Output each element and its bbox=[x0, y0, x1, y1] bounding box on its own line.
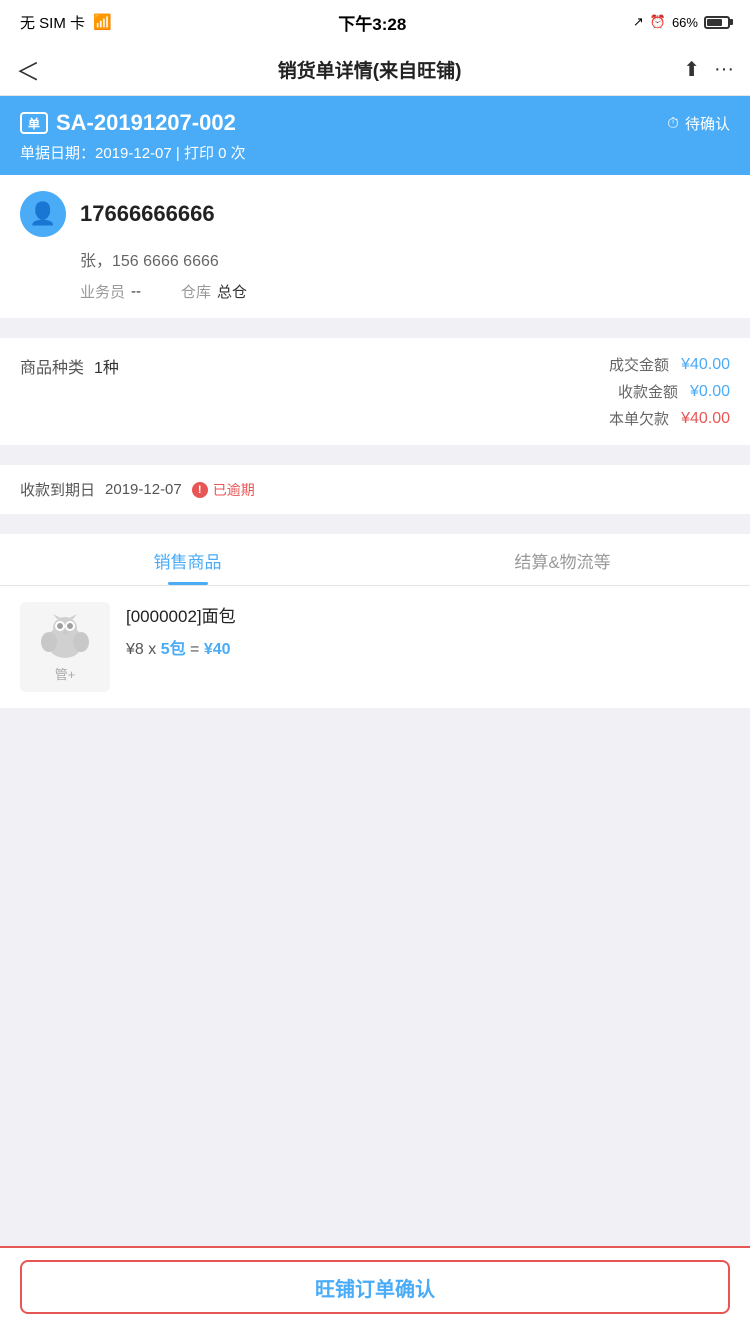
section-divider-1 bbox=[0, 328, 750, 338]
nav-actions: ⬆ ··· bbox=[683, 57, 734, 82]
product-type-label: 商品种类 bbox=[20, 354, 84, 378]
brand-label: 管+ bbox=[55, 664, 76, 683]
sim-label: 无 SIM 卡 bbox=[20, 12, 85, 33]
amount-label-0: 成交金额 bbox=[609, 354, 669, 375]
order-date-line: 单据日期：2019-12-07 | 打印 0 次 bbox=[20, 142, 730, 163]
warehouse-value: 总仓 bbox=[217, 281, 247, 302]
summary-item-0: 成交金额 ¥40.00 bbox=[609, 354, 730, 375]
customer-row: 👤 17666666666 bbox=[20, 191, 730, 237]
customer-phone: 17666666666 bbox=[80, 201, 215, 227]
product-total: ¥40 bbox=[204, 641, 231, 658]
product-image-icon bbox=[35, 612, 95, 662]
due-date-label: 收款到期日 bbox=[20, 479, 95, 500]
battery-percent: 66% bbox=[672, 15, 698, 30]
summary-item-1: 收款金额 ¥0.00 bbox=[618, 381, 730, 402]
status-left: 无 SIM 卡 📶 bbox=[20, 12, 112, 33]
summary-left: 商品种类 1种 bbox=[20, 354, 119, 378]
warehouse-meta: 仓库 总仓 bbox=[181, 281, 247, 302]
sales-label: 业务员 bbox=[80, 281, 125, 302]
tab-products[interactable]: 销售商品 bbox=[0, 534, 375, 585]
amount-value-1: ¥0.00 bbox=[690, 383, 730, 401]
section-divider-2 bbox=[0, 455, 750, 465]
location-icon: ↗ bbox=[633, 14, 644, 30]
due-date-section: 收款到期日 2019-12-07 ! 已逾期 bbox=[0, 465, 750, 514]
order-header-band: 单 SA-20191207-002 ⏱ 待确认 单据日期：2019-12-07 … bbox=[0, 96, 750, 175]
amount-label-1: 收款金额 bbox=[618, 381, 678, 402]
page-title: 销货单详情(来自旺铺) bbox=[278, 56, 462, 83]
sales-value: -- bbox=[131, 283, 141, 300]
nav-bar: ＜ 销货单详情(来自旺铺) ⬆ ··· bbox=[0, 44, 750, 96]
product-thumbnail: 管+ bbox=[20, 602, 110, 692]
status-clock-icon: ⏱ bbox=[667, 115, 679, 132]
sales-meta: 业务员 -- bbox=[80, 281, 141, 302]
tab-settlement[interactable]: 结算&物流等 bbox=[375, 534, 750, 585]
summary-row: 商品种类 1种 成交金额 ¥40.00 收款金额 ¥0.00 本单欠款 ¥40.… bbox=[20, 354, 730, 429]
equals-text: = bbox=[186, 641, 204, 658]
overdue-dot-icon: ! bbox=[192, 482, 208, 498]
order-id-icon: 单 bbox=[20, 112, 48, 134]
status-right: ↗ ⏰ 66% bbox=[633, 14, 730, 30]
share-icon[interactable]: ⬆ bbox=[683, 57, 700, 82]
avatar: 👤 bbox=[20, 191, 66, 237]
back-button[interactable]: ＜ bbox=[16, 52, 56, 87]
warehouse-label: 仓库 bbox=[181, 281, 211, 302]
customer-meta: 业务员 -- 仓库 总仓 bbox=[20, 281, 730, 302]
customer-section: 👤 17666666666 张，156 6666 6666 业务员 -- 仓库 … bbox=[0, 175, 750, 318]
product-name: [0000002]面包 bbox=[126, 602, 730, 627]
summary-right: 成交金额 ¥40.00 收款金额 ¥0.00 本单欠款 ¥40.00 bbox=[609, 354, 730, 429]
amount-value-2: ¥40.00 bbox=[681, 410, 730, 428]
alarm-icon: ⏰ bbox=[650, 14, 666, 30]
more-icon[interactable]: ··· bbox=[714, 58, 734, 81]
summary-item-2: 本单欠款 ¥40.00 bbox=[609, 408, 730, 429]
battery-icon bbox=[704, 16, 730, 29]
bottom-area bbox=[0, 708, 750, 968]
avatar-icon: 👤 bbox=[29, 201, 56, 227]
status-text: 待确认 bbox=[685, 113, 730, 134]
product-info: [0000002]面包 ¥8 x 5包 = ¥40 bbox=[126, 602, 730, 659]
product-list: 管+ [0000002]面包 ¥8 x 5包 = ¥40 bbox=[0, 586, 750, 708]
price-text: ¥8 x bbox=[126, 641, 161, 658]
wifi-icon: 📶 bbox=[93, 13, 112, 31]
table-row: 管+ [0000002]面包 ¥8 x 5包 = ¥40 bbox=[20, 602, 730, 692]
summary-section: 商品种类 1种 成交金额 ¥40.00 收款金额 ¥0.00 本单欠款 ¥40.… bbox=[0, 338, 750, 445]
product-price: ¥8 x 5包 = ¥40 bbox=[126, 635, 730, 659]
due-date-value: 2019-12-07 bbox=[105, 481, 182, 498]
overdue-badge: ! 已逾期 bbox=[192, 480, 255, 500]
confirm-btn-wrap: 旺铺订单确认 bbox=[0, 1246, 750, 1334]
tabs-row: 销售商品 结算&物流等 bbox=[0, 534, 750, 586]
order-id-row: 单 SA-20191207-002 bbox=[20, 110, 236, 136]
customer-name-phone: 张，156 6666 6666 bbox=[20, 247, 730, 271]
product-qty: 5包 bbox=[161, 641, 186, 658]
overdue-text: 已逾期 bbox=[213, 480, 255, 500]
order-status: ⏱ 待确认 bbox=[667, 113, 730, 134]
amount-value-0: ¥40.00 bbox=[681, 356, 730, 374]
product-type-value: 1种 bbox=[94, 354, 119, 378]
status-bar: 无 SIM 卡 📶 下午3:28 ↗ ⏰ 66% bbox=[0, 0, 750, 44]
tabs-section: 销售商品 结算&物流等 bbox=[0, 534, 750, 586]
confirm-order-button[interactable]: 旺铺订单确认 bbox=[20, 1260, 730, 1314]
section-divider-3 bbox=[0, 524, 750, 534]
amount-label-2: 本单欠款 bbox=[609, 408, 669, 429]
order-id-text: SA-20191207-002 bbox=[56, 110, 236, 136]
status-time: 下午3:28 bbox=[338, 10, 406, 35]
